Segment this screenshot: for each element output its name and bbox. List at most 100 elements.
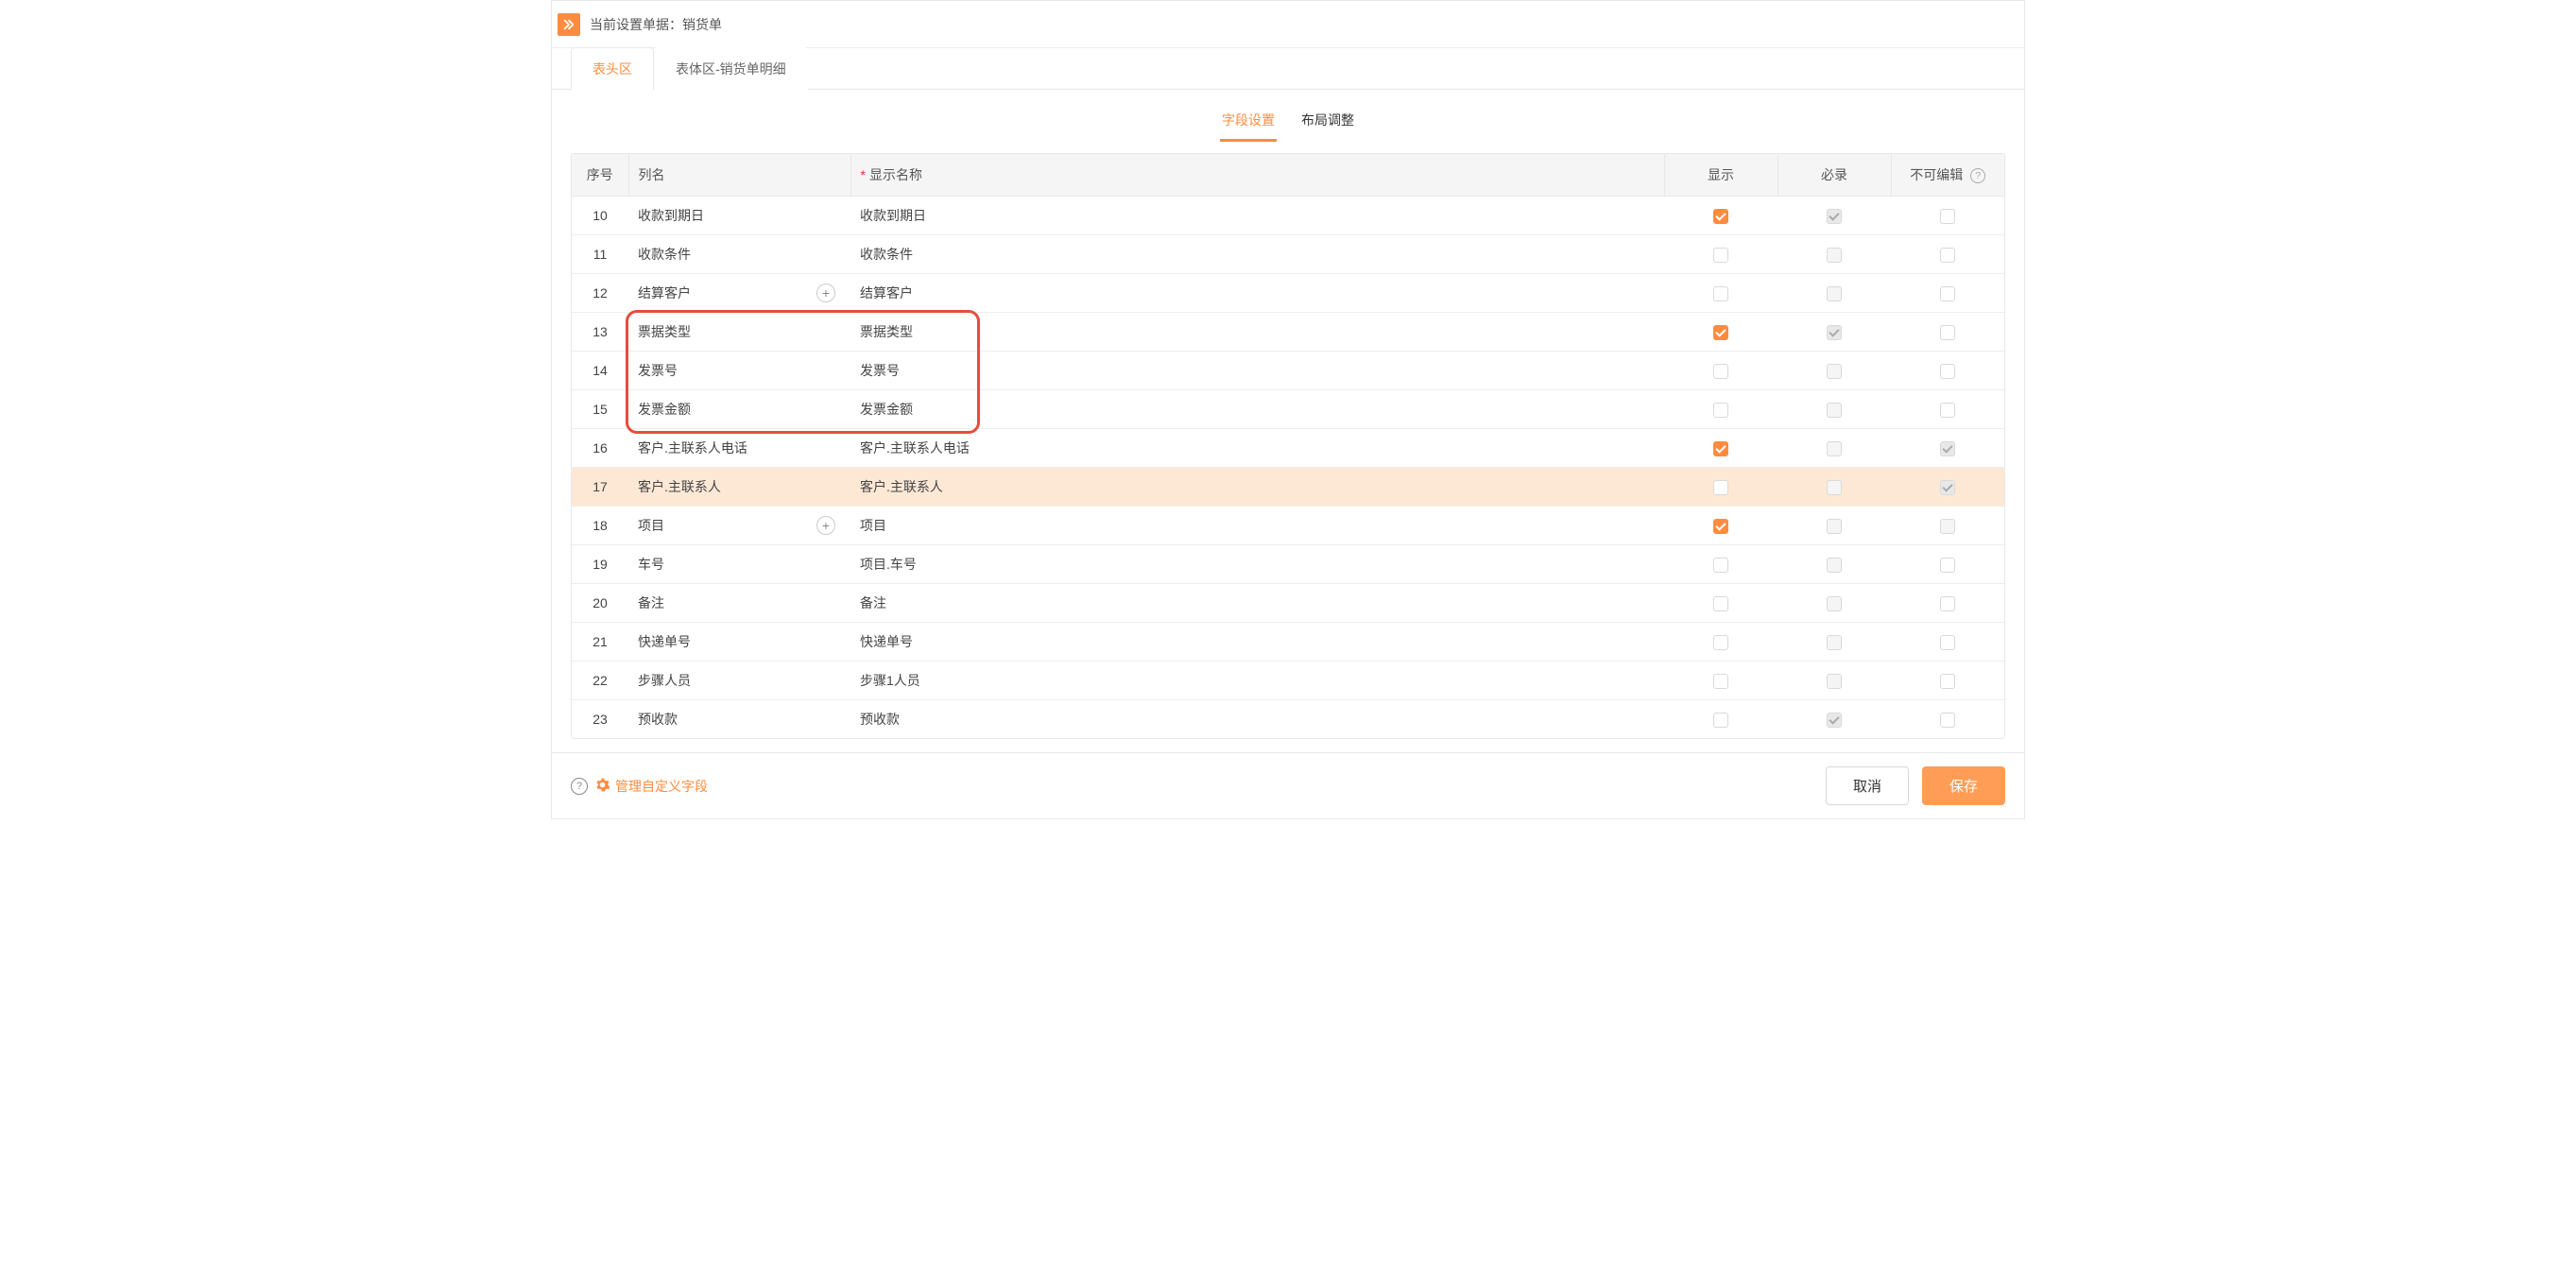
show-checkbox[interactable]: [1713, 480, 1728, 495]
cell-seq: 11: [572, 235, 628, 274]
sub-tab-1[interactable]: 布局调整: [1299, 105, 1356, 142]
table-row: 16客户.主联系人电话: [572, 429, 2004, 468]
display-name-input[interactable]: [860, 634, 1655, 649]
required-checkbox: [1827, 519, 1842, 534]
display-name-input[interactable]: [860, 595, 1655, 610]
show-checkbox[interactable]: [1713, 441, 1728, 456]
field-table-wrap: 序号 列名 *显示名称 显示 必录 不可编辑 ? 10收款到期日11收款条件12…: [571, 153, 2005, 739]
show-checkbox[interactable]: [1713, 248, 1728, 263]
display-name-input[interactable]: [860, 208, 1655, 223]
cancel-button[interactable]: 取消: [1826, 766, 1909, 805]
manage-custom-fields-link[interactable]: 管理自定义字段: [595, 777, 708, 796]
cell-readonly: [1891, 313, 2004, 352]
show-checkbox[interactable]: [1713, 596, 1728, 611]
display-name-input[interactable]: [860, 712, 1655, 727]
cell-name: 客户.主联系人: [628, 468, 850, 507]
show-checkbox[interactable]: [1713, 209, 1728, 224]
save-button[interactable]: 保存: [1922, 766, 2005, 805]
required-checkbox: [1827, 558, 1842, 573]
sidebar-toggle-button[interactable]: [558, 13, 580, 36]
display-name-input[interactable]: [860, 518, 1655, 533]
col-header-display: *显示名称: [850, 154, 1664, 197]
readonly-checkbox[interactable]: [1940, 674, 1955, 689]
footer-bar: ? 管理自定义字段 取消 保存: [552, 752, 2024, 818]
readonly-checkbox[interactable]: [1940, 558, 1955, 573]
readonly-checkbox: [1940, 441, 1955, 456]
cell-name: 发票号: [628, 352, 850, 390]
cell-readonly: [1891, 507, 2004, 545]
cell-readonly: [1891, 700, 2004, 739]
table-row: 21快递单号: [572, 623, 2004, 662]
top-tab-1[interactable]: 表体区-销货单明细: [654, 47, 808, 90]
cell-seq: 19: [572, 545, 628, 584]
cell-show: [1664, 390, 1777, 429]
show-checkbox[interactable]: [1713, 364, 1728, 379]
display-name-input[interactable]: [860, 324, 1655, 339]
readonly-checkbox[interactable]: [1940, 248, 1955, 263]
cell-seq: 12: [572, 274, 628, 313]
display-name-input[interactable]: [860, 363, 1655, 378]
chevron-double-right-icon: [562, 18, 575, 31]
name-label: 客户.主联系人电话: [638, 438, 747, 457]
show-checkbox[interactable]: [1713, 558, 1728, 573]
show-checkbox[interactable]: [1713, 635, 1728, 650]
cell-display-name: [850, 197, 1664, 235]
display-name-input[interactable]: [860, 247, 1655, 262]
show-checkbox[interactable]: [1713, 325, 1728, 340]
cell-seq: 21: [572, 623, 628, 662]
table-row: 15发票金额: [572, 390, 2004, 429]
readonly-checkbox[interactable]: [1940, 713, 1955, 728]
plus-icon[interactable]: +: [816, 284, 835, 302]
cell-required: [1777, 429, 1891, 468]
display-name-input[interactable]: [860, 479, 1655, 494]
readonly-checkbox[interactable]: [1940, 596, 1955, 611]
table-row: 12结算客户+: [572, 274, 2004, 313]
readonly-checkbox[interactable]: [1940, 286, 1955, 301]
cell-name: 备注: [628, 584, 850, 623]
display-name-input[interactable]: [860, 285, 1655, 301]
top-tabs: 表头区表体区-销货单明细: [552, 47, 2024, 90]
show-checkbox[interactable]: [1713, 286, 1728, 301]
cell-required: [1777, 545, 1891, 584]
cell-readonly: [1891, 584, 2004, 623]
cell-required: [1777, 313, 1891, 352]
show-checkbox[interactable]: [1713, 519, 1728, 534]
cell-show: [1664, 584, 1777, 623]
table-row: 14发票号: [572, 352, 2004, 390]
readonly-checkbox[interactable]: [1940, 403, 1955, 418]
cell-required: [1777, 274, 1891, 313]
display-name-input[interactable]: [860, 673, 1655, 688]
help-icon[interactable]: ?: [571, 778, 588, 795]
cell-readonly: [1891, 235, 2004, 274]
help-icon[interactable]: ?: [1970, 168, 1985, 183]
show-checkbox[interactable]: [1713, 713, 1728, 728]
readonly-checkbox[interactable]: [1940, 635, 1955, 650]
cell-display-name: [850, 313, 1664, 352]
plus-icon[interactable]: +: [816, 516, 835, 535]
top-tab-0[interactable]: 表头区: [571, 47, 654, 90]
cell-required: [1777, 507, 1891, 545]
cell-display-name: [850, 429, 1664, 468]
readonly-checkbox[interactable]: [1940, 209, 1955, 224]
cell-seq: 17: [572, 468, 628, 507]
sub-tabs: 字段设置布局调整: [552, 90, 2024, 142]
cell-show: [1664, 468, 1777, 507]
readonly-checkbox[interactable]: [1940, 364, 1955, 379]
cell-display-name: [850, 545, 1664, 584]
cell-readonly: [1891, 197, 2004, 235]
name-label: 备注: [638, 593, 664, 612]
cell-required: [1777, 700, 1891, 739]
required-checkbox: [1827, 441, 1842, 456]
display-name-input[interactable]: [860, 402, 1655, 417]
display-name-input[interactable]: [860, 440, 1655, 456]
cell-required: [1777, 352, 1891, 390]
show-checkbox[interactable]: [1713, 674, 1728, 689]
cell-readonly: [1891, 545, 2004, 584]
cell-show: [1664, 662, 1777, 700]
cell-show: [1664, 352, 1777, 390]
show-checkbox[interactable]: [1713, 403, 1728, 418]
readonly-checkbox[interactable]: [1940, 325, 1955, 340]
sub-tab-0[interactable]: 字段设置: [1220, 105, 1277, 142]
display-name-input[interactable]: [860, 557, 1655, 572]
cell-name: 结算客户+: [628, 274, 850, 313]
